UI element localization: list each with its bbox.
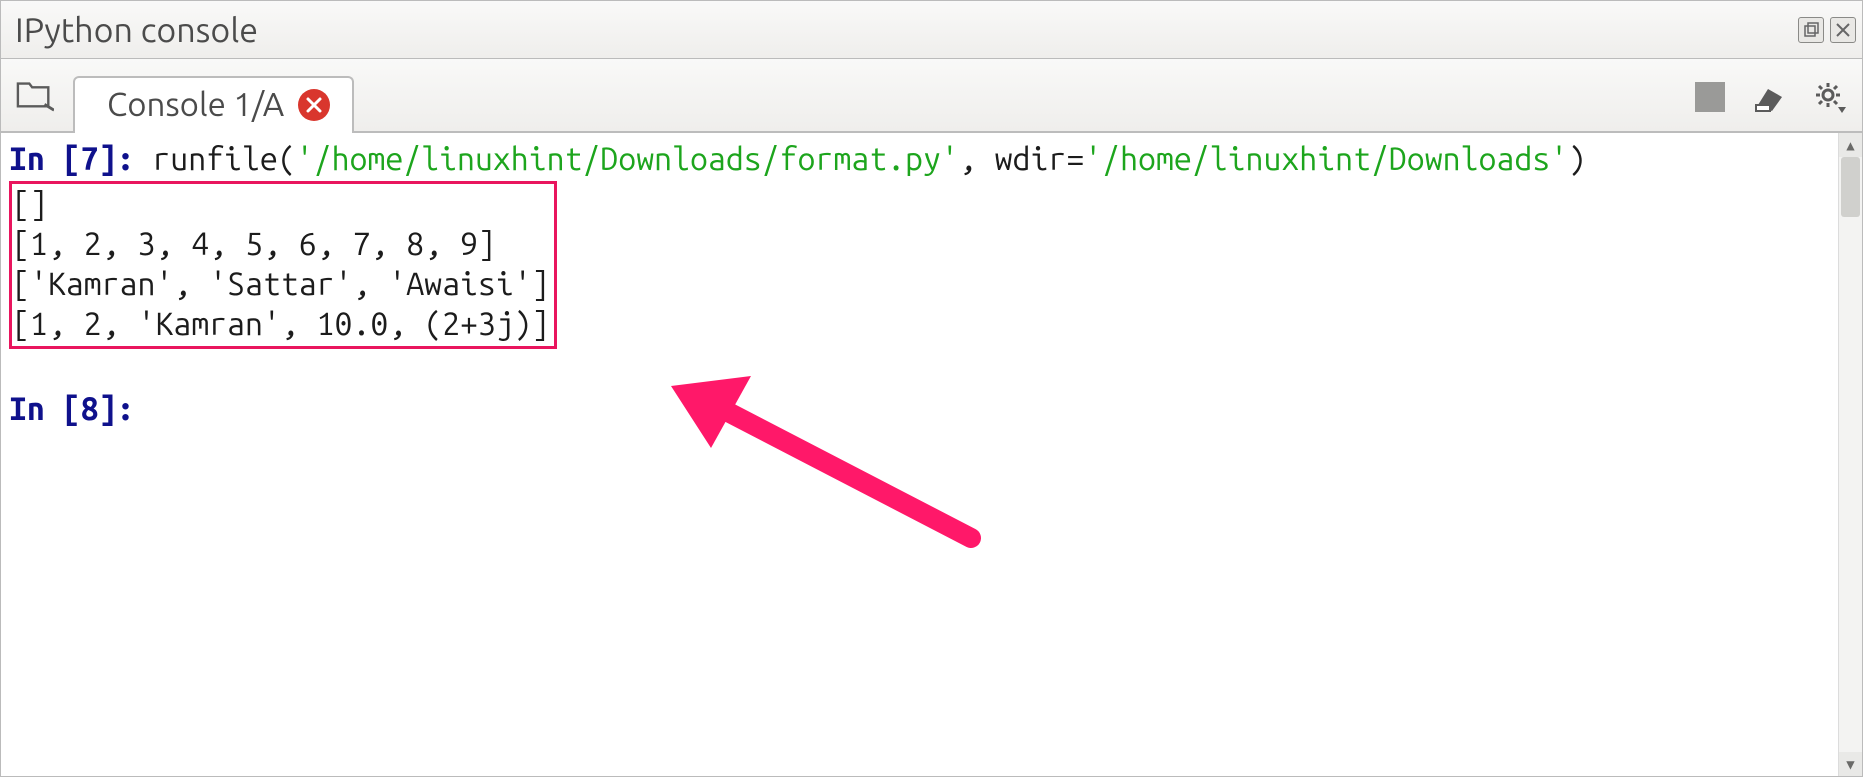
stop-kernel-icon[interactable] — [1692, 79, 1728, 115]
output-line: ['Kamran', 'Sattar', 'Awaisi'] — [12, 266, 550, 302]
highlighted-output: [] [1, 2, 3, 4, 5, 6, 7, 8, 9] ['Kamran'… — [9, 181, 557, 349]
code-func: runfile( — [152, 141, 295, 177]
tab-label: Console 1/A — [107, 86, 284, 123]
options-gear-icon[interactable] — [1812, 79, 1848, 115]
console-tab[interactable]: Console 1/A — [73, 76, 354, 133]
code-paren: ) — [1568, 141, 1586, 177]
restore-icon[interactable] — [1798, 17, 1824, 43]
console-area: In [7]: runfile('/home/linuxhint/Downloa… — [1, 133, 1862, 776]
scroll-down-icon[interactable]: ▼ — [1839, 752, 1862, 776]
close-tab-icon[interactable] — [298, 89, 330, 121]
tab-bar: Console 1/A — [1, 59, 1862, 133]
console-tools — [1692, 79, 1848, 115]
output-line: [1, 2, 'Kamran', 10.0, (2+3j)] — [12, 306, 550, 342]
ipython-console-panel: IPython console Console 1/A — [0, 0, 1863, 777]
vertical-scrollbar[interactable]: ▲ ▼ — [1838, 133, 1862, 776]
close-panel-icon[interactable] — [1830, 17, 1856, 43]
scroll-track[interactable] — [1839, 217, 1862, 752]
in-prompt: In [8]: — [9, 391, 134, 427]
code-sep: , wdir= — [959, 141, 1084, 177]
scroll-up-icon[interactable]: ▲ — [1839, 133, 1862, 157]
in-prompt: In [7]: — [9, 141, 152, 177]
panel-title-bar: IPython console — [1, 1, 1862, 59]
code-arg1: '/home/linuxhint/Downloads/format.py' — [296, 141, 959, 177]
scroll-thumb[interactable] — [1841, 157, 1860, 217]
output-line: [1, 2, 3, 4, 5, 6, 7, 8, 9] — [12, 226, 496, 262]
output-line: [] — [12, 186, 48, 222]
console-output[interactable]: In [7]: runfile('/home/linuxhint/Downloa… — [1, 133, 1838, 776]
browse-tabs-icon[interactable] — [15, 73, 55, 113]
clear-console-icon[interactable] — [1752, 79, 1788, 115]
annotation-arrow-icon — [651, 358, 991, 558]
panel-title: IPython console — [15, 11, 1792, 49]
code-arg2: '/home/linuxhint/Downloads' — [1084, 141, 1568, 177]
